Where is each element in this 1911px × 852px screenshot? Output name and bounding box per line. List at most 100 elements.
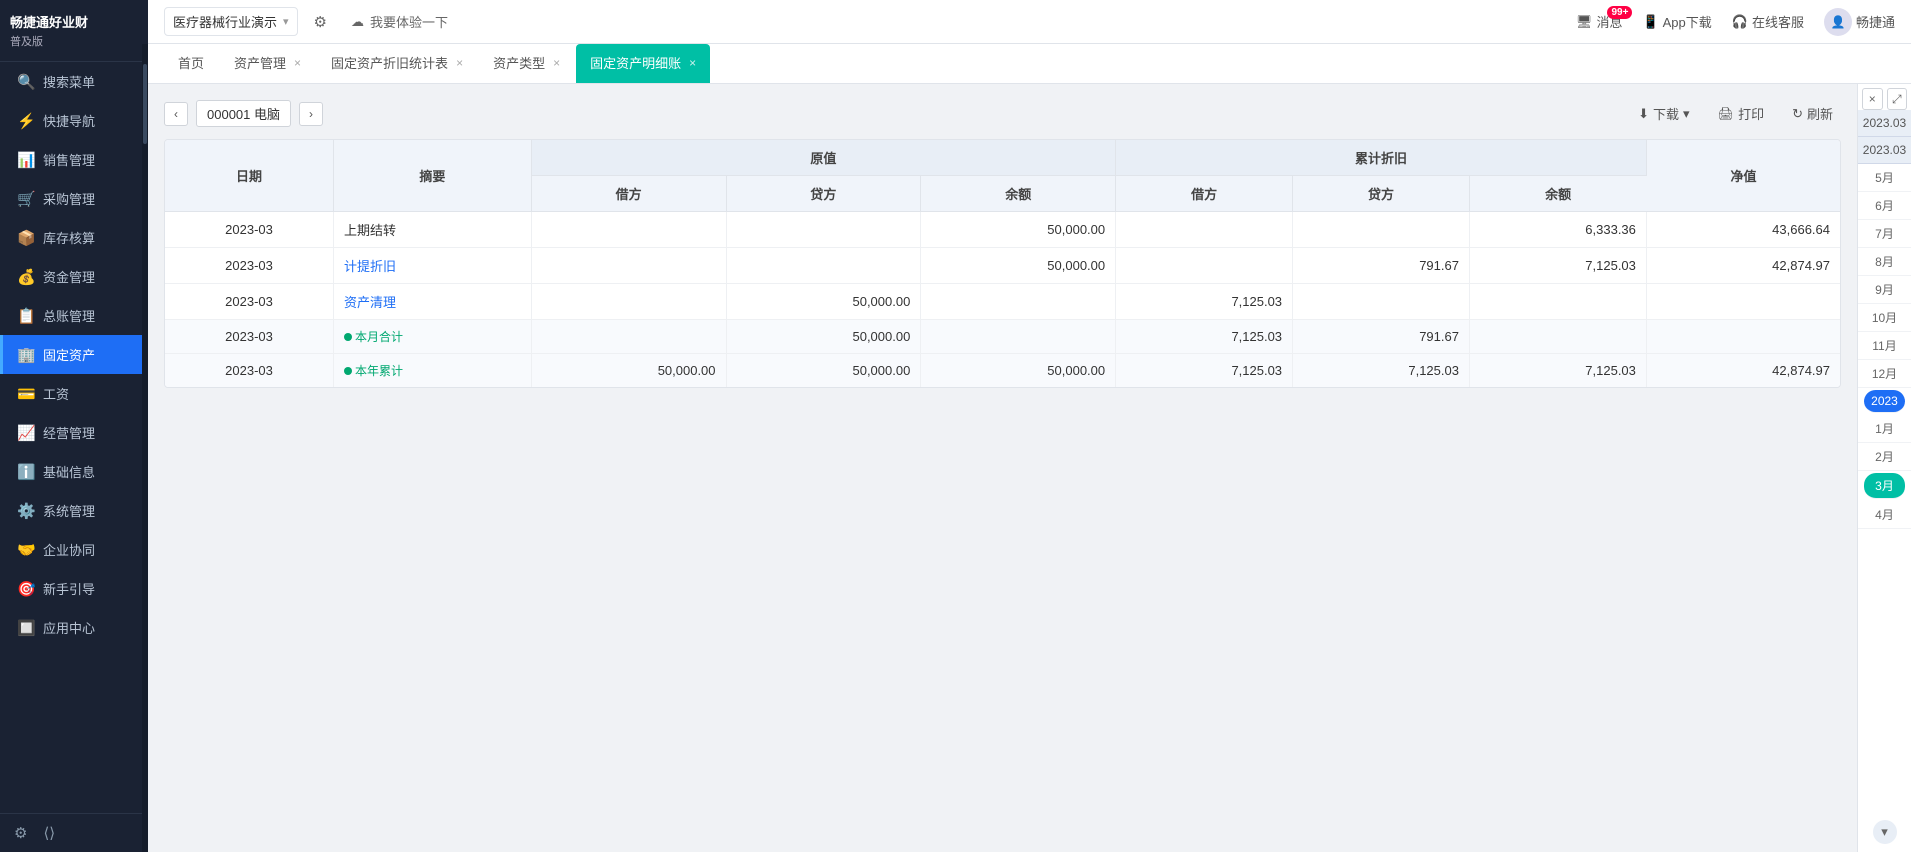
sidebar-item-finance[interactable]: 💰 资金管理 (0, 257, 148, 296)
tab-depreciation-stats[interactable]: 固定资产折旧统计表 × (317, 44, 477, 83)
cell-orig-balance: 50,000.00 (921, 212, 1116, 248)
tab-close-icon[interactable]: × (553, 56, 560, 70)
cell-dep-balance: 7,125.03 (1469, 354, 1646, 388)
panel-month-3[interactable]: 3月 (1864, 473, 1905, 499)
service-icon: 🎧 (1732, 14, 1748, 30)
sidebar-item-fixed-assets[interactable]: 🏢 固定资产 (0, 335, 148, 374)
sidebar-item-system[interactable]: ⚙️ 系统管理 (0, 491, 148, 530)
sidebar-item-enterprise[interactable]: 🤝 企业协同 (0, 530, 148, 569)
quick-nav-icon: ⚡ (17, 112, 35, 130)
messages-btn[interactable]: 🖥 消息 99+ (1576, 12, 1623, 31)
sidebar-item-search[interactable]: 🔍 搜索菜单 (0, 62, 148, 101)
collapse-icon[interactable]: ⟨⟩ (43, 824, 55, 842)
cell-orig-credit (726, 212, 921, 248)
tab-asset-detail[interactable]: 固定资产明细账 × (576, 44, 710, 83)
cell-summary: 上期结转 (334, 212, 532, 248)
cell-summary: 本月合计 (334, 320, 532, 354)
panel-month-4[interactable]: 4月 (1858, 501, 1911, 529)
customer-service-btn[interactable]: 🎧 在线客服 (1732, 12, 1804, 31)
panel-month-1[interactable]: 1月 (1858, 415, 1911, 443)
refresh-btn[interactable]: ↻ 刷新 (1784, 100, 1841, 127)
cell-orig-debit (531, 248, 726, 284)
user-name: 畅捷通 (1856, 12, 1895, 31)
ledger-icon: 📋 (17, 307, 35, 325)
cell-summary: 本年累计 (334, 354, 532, 388)
tag-dot-icon (344, 333, 352, 341)
app-edition: 普及版 (10, 33, 138, 49)
search-icon: 🔍 (17, 73, 35, 91)
panel-year-2023[interactable]: 2023 (1864, 390, 1905, 413)
sidebar-item-operations[interactable]: 📈 经营管理 (0, 413, 148, 452)
sidebar-item-inventory[interactable]: 📦 库存核算 (0, 218, 148, 257)
sidebar-item-sales[interactable]: 📊 销售管理 (0, 140, 148, 179)
cell-orig-credit: 50,000.00 (726, 320, 921, 354)
cell-orig-credit (726, 248, 921, 284)
app-download-btn[interactable]: 📱 App下载 (1642, 12, 1711, 31)
sidebar-item-guide[interactable]: 🎯 新手引导 (0, 569, 148, 608)
settings-icon[interactable]: ⚙ (14, 824, 27, 842)
panel-month-5[interactable]: 5月 (1858, 164, 1911, 192)
cell-orig-balance: 50,000.00 (921, 248, 1116, 284)
cell-dep-credit (1293, 212, 1470, 248)
company-selector[interactable]: 医疗器械行业演示 ▾ (164, 7, 298, 36)
sidebar-item-label: 系统管理 (43, 501, 95, 520)
cell-orig-debit (531, 320, 726, 354)
tab-close-icon[interactable]: × (456, 56, 463, 70)
download-btn[interactable]: ⬇ 下载 ▾ (1630, 100, 1697, 127)
col-net-value: 净值 (1646, 140, 1840, 212)
cell-date: 2023-03 (165, 354, 334, 388)
col-orig-debit: 借方 (531, 176, 726, 212)
tab-close-icon[interactable]: × (689, 56, 696, 70)
cell-dep-credit: 791.67 (1293, 248, 1470, 284)
next-asset-btn[interactable]: › (299, 102, 323, 126)
print-icon: 🖨 (1718, 106, 1735, 122)
download-icon: 📱 (1642, 14, 1658, 30)
col-orig-balance: 余额 (921, 176, 1116, 212)
cell-dep-credit (1293, 284, 1470, 320)
table-row: 2023-03 上期结转 50,000.00 6,333.36 43,666.6… (165, 212, 1840, 248)
panel-expand-btn[interactable]: ⤢ (1887, 88, 1908, 110)
cell-dep-balance: 7,125.03 (1469, 248, 1646, 284)
panel-close-btn[interactable]: × (1862, 88, 1883, 110)
panel-month-9[interactable]: 9月 (1858, 276, 1911, 304)
basic-info-icon: ℹ️ (17, 463, 35, 481)
experience-btn[interactable]: ☁ 我要体验一下 (351, 12, 448, 31)
print-btn[interactable]: 🖨 打印 (1710, 100, 1773, 127)
panel-month-7[interactable]: 7月 (1858, 220, 1911, 248)
user-menu[interactable]: 👤 畅捷通 (1824, 8, 1895, 36)
panel-month-11[interactable]: 11月 (1858, 332, 1911, 360)
cell-summary[interactable]: 资产清理 (334, 284, 532, 320)
panel-month-8[interactable]: 8月 (1858, 248, 1911, 276)
prev-asset-btn[interactable]: ‹ (164, 102, 188, 126)
sidebar-item-payroll[interactable]: 💳 工资 (0, 374, 148, 413)
cell-dep-debit (1116, 212, 1293, 248)
company-name: 医疗器械行业演示 (173, 12, 277, 31)
tab-label: 资产类型 (493, 53, 545, 72)
cell-net-value (1646, 320, 1840, 354)
panel-month-12[interactable]: 12月 (1858, 360, 1911, 388)
sidebar-item-basic-info[interactable]: ℹ️ 基础信息 (0, 452, 148, 491)
sidebar-item-quick-nav[interactable]: ⚡ 快捷导航 (0, 101, 148, 140)
sidebar-item-ledger[interactable]: 📋 总账管理 (0, 296, 148, 335)
panel-month-10[interactable]: 10月 (1858, 304, 1911, 332)
tab-asset-mgmt[interactable]: 资产管理 × (220, 44, 315, 83)
tab-label: 资产管理 (234, 53, 286, 72)
cell-orig-balance: 50,000.00 (921, 354, 1116, 388)
sidebar-item-purchase[interactable]: 🛒 采购管理 (0, 179, 148, 218)
cell-summary[interactable]: 计提折旧 (334, 248, 532, 284)
panel-month-2[interactable]: 2月 (1858, 443, 1911, 471)
system-icon: ⚙️ (17, 502, 35, 520)
sidebar-item-label: 应用中心 (43, 618, 95, 637)
sidebar-item-app-center[interactable]: 🔲 应用中心 (0, 608, 148, 647)
panel-scroll-down-btn[interactable]: ▾ (1873, 820, 1897, 844)
table-row-year-total: 2023-03 本年累计 50,000.00 50,000.00 50,000.… (165, 354, 1840, 388)
app-title: 畅捷通好业财 (10, 12, 138, 31)
tab-label: 固定资产明细账 (590, 53, 681, 72)
tab-home[interactable]: 首页 (164, 44, 218, 83)
cell-net-value (1646, 284, 1840, 320)
company-settings-icon[interactable]: ⚙ (314, 13, 327, 31)
tab-close-icon[interactable]: × (294, 56, 301, 70)
panel-month-6[interactable]: 6月 (1858, 192, 1911, 220)
payroll-icon: 💳 (17, 385, 35, 403)
tab-asset-type[interactable]: 资产类型 × (479, 44, 574, 83)
